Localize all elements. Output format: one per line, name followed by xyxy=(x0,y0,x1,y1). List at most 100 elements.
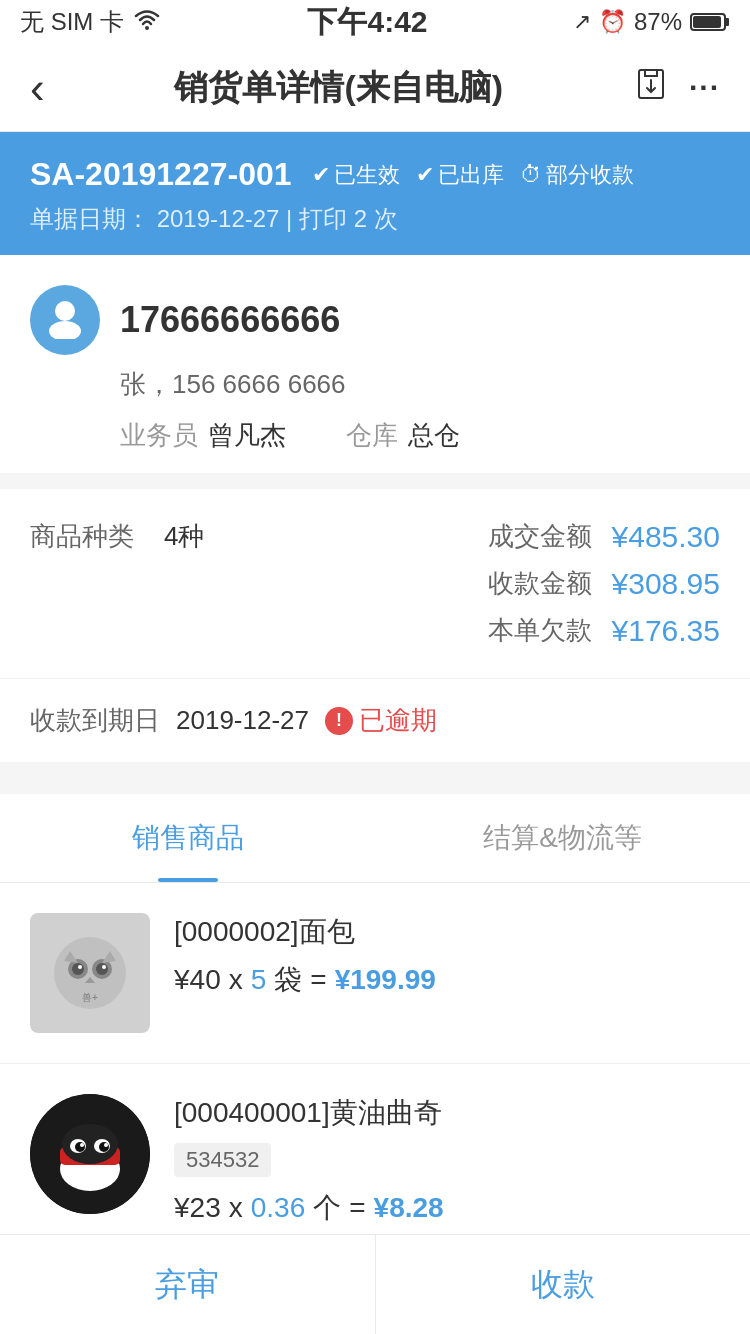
product-item-2: [000400001]黄油曲奇 534532 ¥23 x 0.36 个 = ¥8… xyxy=(0,1064,750,1258)
price-base-2: ¥23 xyxy=(174,1192,221,1224)
carrier-text: 无 SIM 卡 xyxy=(20,6,124,38)
status-badge-shipped: ✔ 已出库 xyxy=(416,160,504,190)
svg-point-25 xyxy=(99,1142,109,1152)
product-info-2: [000400001]黄油曲奇 534532 ¥23 x 0.36 个 = ¥8… xyxy=(174,1094,720,1227)
price-qty-1: 5 xyxy=(251,964,267,996)
product-thumbnail-2 xyxy=(30,1094,150,1214)
collect-payment-button[interactable]: 收款 xyxy=(376,1235,751,1334)
time-text: 下午4:42 xyxy=(307,2,427,43)
svg-point-10 xyxy=(72,963,84,975)
header-banner: SA-20191227-001 ✔ 已生效 ✔ 已出库 ⏱ 部分收款 单据日期：… xyxy=(0,132,750,255)
deal-amount-row: 成交金额 ¥485.30 xyxy=(488,519,720,554)
product-price-row-1: ¥40 x 5 袋 = ¥199.99 xyxy=(174,961,720,999)
product-tag-2: 534532 xyxy=(174,1143,271,1177)
product-name-2: [000400001]黄油曲奇 xyxy=(174,1094,720,1132)
svg-point-24 xyxy=(75,1142,85,1152)
wifi-icon xyxy=(132,8,162,36)
divider-2 xyxy=(0,762,750,778)
stats-section: 商品种类 4种 成交金额 ¥485.30 收款金额 ¥308.95 本单欠款 ¥… xyxy=(0,489,750,678)
avatar-icon xyxy=(42,293,88,348)
payment-row: 收款金额 ¥308.95 xyxy=(488,566,720,601)
customer-section: 17666666666 张，156 6666 6666 业务员 曾凡杰 仓库 总… xyxy=(0,255,750,473)
price-x-2: x xyxy=(229,1192,243,1224)
due-label: 收款到期日 xyxy=(30,703,160,738)
product-item: 兽+ [0000002]面包 ¥40 x 5 袋 = ¥199.99 xyxy=(0,883,750,1064)
banner-date: 单据日期： 2019-12-27 | 打印 2 次 xyxy=(30,203,720,235)
svg-point-6 xyxy=(49,321,81,339)
due-section: 收款到期日 2019-12-27 ! 已逾期 xyxy=(0,678,750,762)
debt-value: ¥176.35 xyxy=(612,614,720,648)
customer-detail: 张，156 6666 6666 xyxy=(120,367,720,402)
status-bar: 无 SIM 卡 下午4:42 ↗ ⏰ 87% xyxy=(0,0,750,44)
product-name-1: [0000002]面包 xyxy=(174,913,720,951)
svg-rect-3 xyxy=(693,16,721,28)
product-price-row-2: ¥23 x 0.36 个 = ¥8.28 xyxy=(174,1189,720,1227)
price-equals-1: = xyxy=(310,964,326,996)
check-icon-2: ✔ xyxy=(416,162,434,188)
tab-underline xyxy=(158,878,218,882)
svg-point-5 xyxy=(55,301,75,321)
product-type-label: 商品种类 xyxy=(30,519,134,554)
status-right: ↗ ⏰ 87% xyxy=(573,8,730,36)
bottom-bar: 弃审 收款 xyxy=(0,1234,750,1334)
svg-point-12 xyxy=(78,965,82,969)
payment-value: ¥308.95 xyxy=(612,567,720,601)
more-icon[interactable]: ··· xyxy=(689,71,720,105)
product-info-1: [0000002]面包 ¥40 x 5 袋 = ¥199.99 xyxy=(174,913,720,999)
clock-icon: ⏱ xyxy=(520,162,542,188)
check-icon-1: ✔ xyxy=(312,162,330,188)
back-button[interactable]: ‹ xyxy=(30,63,45,113)
price-equals-2: = xyxy=(349,1192,365,1224)
alarm-icon: ⏰ xyxy=(599,9,626,35)
tab-products[interactable]: 销售商品 xyxy=(0,794,375,882)
page-title: 销货单详情(来自电脑) xyxy=(174,65,503,111)
due-date: 2019-12-27 xyxy=(176,705,309,736)
price-base-1: ¥40 xyxy=(174,964,221,996)
nav-bar: ‹ 销货单详情(来自电脑) ··· xyxy=(0,44,750,132)
battery-icon xyxy=(690,11,730,33)
svg-point-27 xyxy=(104,1143,108,1147)
sales-label: 业务员 xyxy=(120,418,198,453)
status-badges: ✔ 已生效 ✔ 已出库 ⏱ 部分收款 xyxy=(312,160,634,190)
owl-icon: 兽+ xyxy=(50,933,130,1013)
stats-left: 商品种类 4种 xyxy=(30,519,204,554)
svg-point-0 xyxy=(145,26,149,30)
svg-point-26 xyxy=(80,1143,84,1147)
divider-1 xyxy=(0,473,750,489)
price-unit-2: 个 xyxy=(313,1189,341,1227)
overdue-text: 已逾期 xyxy=(359,703,437,738)
svg-point-13 xyxy=(102,965,106,969)
cancel-review-button[interactable]: 弃审 xyxy=(0,1235,376,1334)
products-section: 兽+ [0000002]面包 ¥40 x 5 袋 = ¥199.99 xyxy=(0,883,750,1258)
product-image-placeholder-1: 兽+ xyxy=(30,913,150,1033)
svg-text:兽+: 兽+ xyxy=(82,992,98,1003)
price-qty-2: 0.36 xyxy=(251,1192,306,1224)
tab-settlement[interactable]: 结算&物流等 xyxy=(375,794,750,882)
battery-text: 87% xyxy=(634,8,682,36)
status-left: 无 SIM 卡 xyxy=(20,6,162,38)
price-total-1: ¥199.99 xyxy=(335,964,436,996)
sales-info: 业务员 曾凡杰 xyxy=(120,418,286,453)
status-badge-effective: ✔ 已生效 xyxy=(312,160,400,190)
share-icon[interactable] xyxy=(633,66,669,109)
order-id: SA-20191227-001 xyxy=(30,156,292,193)
product-image-2 xyxy=(30,1094,150,1214)
svg-rect-2 xyxy=(725,18,729,26)
debt-row: 本单欠款 ¥176.35 xyxy=(488,613,720,648)
product-type-value: 4种 xyxy=(164,519,204,554)
price-x-1: x xyxy=(229,964,243,996)
overdue-badge: ! 已逾期 xyxy=(325,703,437,738)
stats-right: 成交金额 ¥485.30 收款金额 ¥308.95 本单欠款 ¥176.35 xyxy=(488,519,720,648)
warehouse-label: 仓库 xyxy=(346,418,398,453)
debt-label: 本单欠款 xyxy=(488,613,592,648)
sales-value: 曾凡杰 xyxy=(208,418,286,453)
deal-amount-label: 成交金额 xyxy=(488,519,592,554)
avatar xyxy=(30,285,100,355)
deal-amount-value: ¥485.30 xyxy=(612,520,720,554)
product-thumbnail-1: 兽+ xyxy=(30,913,150,1033)
payment-label: 收款金额 xyxy=(488,566,592,601)
price-total-2: ¥8.28 xyxy=(374,1192,444,1224)
tabs-section: 销售商品 结算&物流等 xyxy=(0,794,750,883)
customer-meta: 业务员 曾凡杰 仓库 总仓 xyxy=(120,418,720,453)
location-icon: ↗ xyxy=(573,9,591,35)
